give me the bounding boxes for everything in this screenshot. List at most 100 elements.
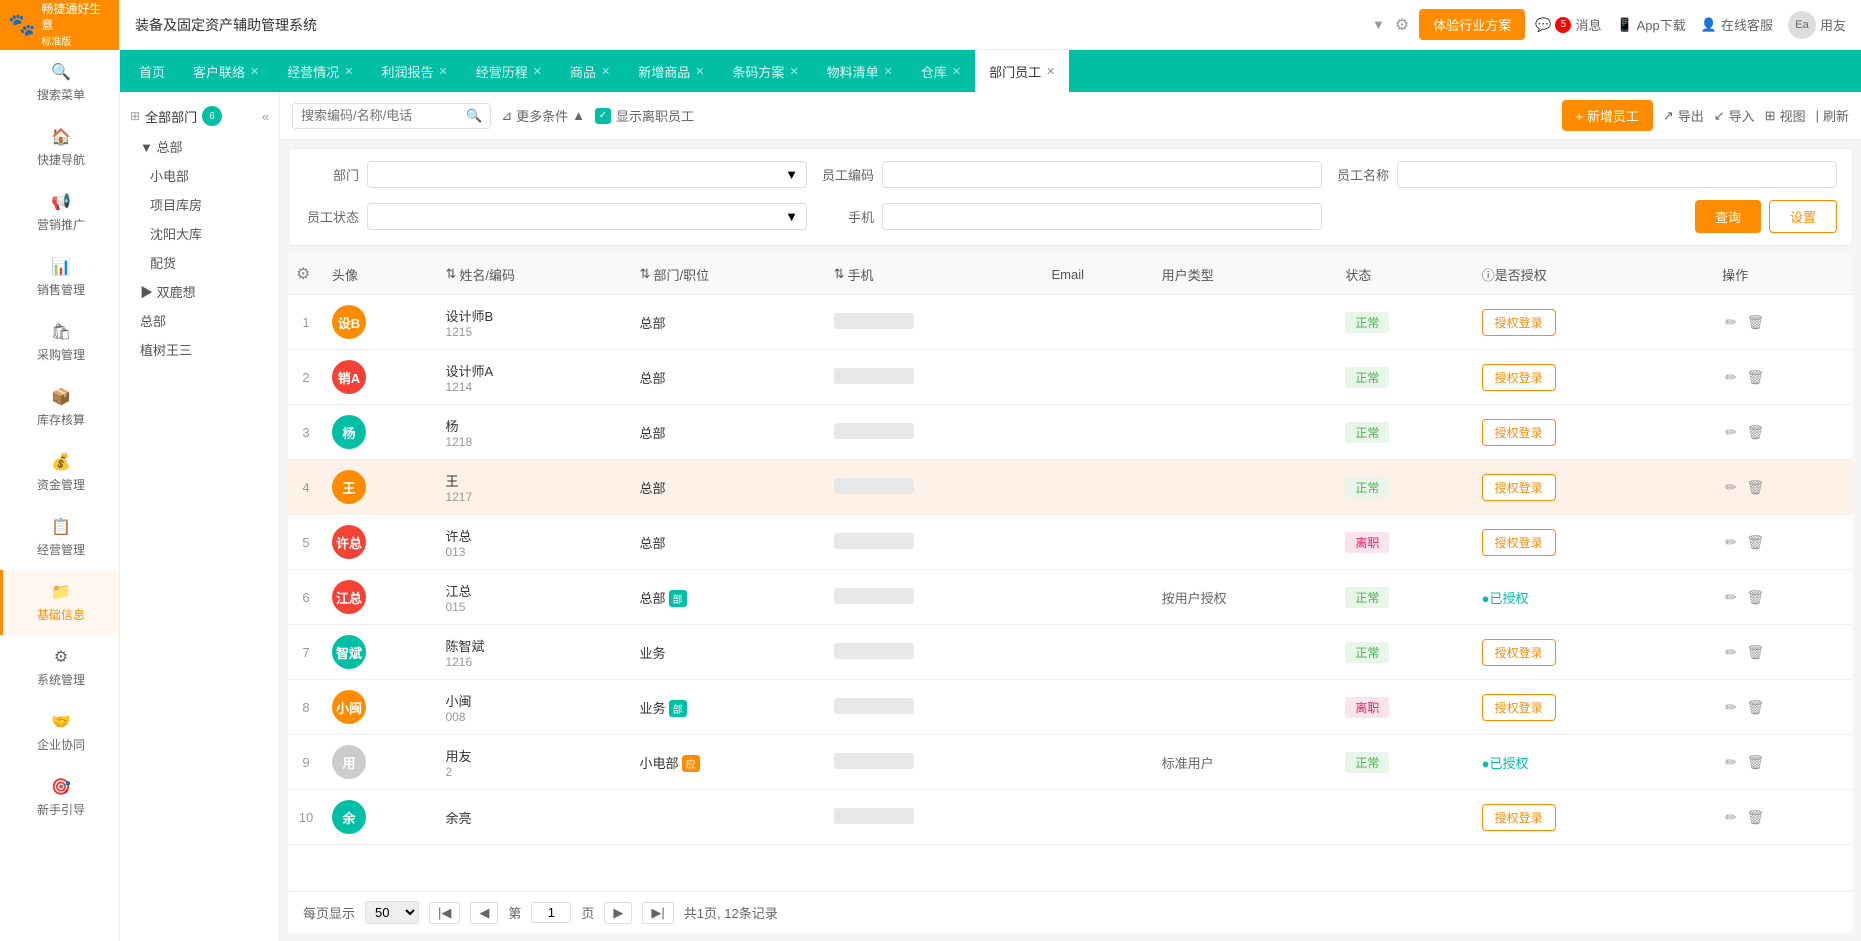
dept-item-corp[interactable]: ▼ 总部 <box>120 132 279 161</box>
dropdown-arrow[interactable]: ▼ <box>1372 17 1385 32</box>
dept-item-peihuo[interactable]: 配货 <box>120 248 279 277</box>
sidebar-item-basic[interactable]: 📁 基础信息 <box>0 570 119 635</box>
auth-button[interactable]: 授权登录 <box>1482 419 1556 446</box>
tab-goods[interactable]: 商品✕ <box>556 50 624 92</box>
dept-item-shuanglu[interactable]: ▶ 双鹿想 <box>120 277 279 306</box>
tab-profit-close[interactable]: ✕ <box>439 65 448 78</box>
edit-button[interactable]: ✏ <box>1725 644 1737 660</box>
resigned-checkbox[interactable]: ✓ <box>595 108 611 124</box>
delete-button[interactable]: 🗑 <box>1747 699 1765 715</box>
dept-collapse-btn[interactable]: « <box>262 109 269 124</box>
tab-bom[interactable]: 物料清单✕ <box>813 50 907 92</box>
sidebar-item-guide[interactable]: 🎯 新手引导 <box>0 765 119 830</box>
edit-button[interactable]: ✏ <box>1725 754 1737 770</box>
tab-customer[interactable]: 客户联络✕ <box>179 50 273 92</box>
col-dept[interactable]: ⇅部门/职位 <box>632 254 826 295</box>
last-page-btn[interactable]: ▶| <box>642 902 673 924</box>
import-button[interactable]: ↙ 导入 <box>1714 106 1755 125</box>
first-page-btn[interactable]: |◀ <box>429 902 460 924</box>
show-resigned-toggle[interactable]: ✓ 显示离职员工 <box>595 106 694 125</box>
edit-button[interactable]: ✏ <box>1725 424 1737 440</box>
edit-button[interactable]: ✏ <box>1725 479 1737 495</box>
edit-button[interactable]: ✏ <box>1725 589 1737 605</box>
settings-icon[interactable]: ⚙ <box>1395 15 1409 35</box>
sidebar-item-stock[interactable]: 📦 库存核算 <box>0 375 119 440</box>
filter-code-input[interactable] <box>882 161 1322 188</box>
sidebar-item-system[interactable]: ⚙ 系统管理 <box>0 635 119 700</box>
edit-button[interactable]: ✏ <box>1725 809 1737 825</box>
edit-button[interactable]: ✏ <box>1725 314 1737 330</box>
tab-warehouse-close[interactable]: ✕ <box>952 65 961 78</box>
export-button[interactable]: ↗ 导出 <box>1663 106 1704 125</box>
auth-button[interactable]: 授权登录 <box>1482 694 1556 721</box>
add-employee-button[interactable]: + 新增员工 <box>1562 100 1653 131</box>
next-page-btn[interactable]: ▶ <box>604 902 632 924</box>
tab-employee[interactable]: 部门员工✕ <box>975 50 1069 92</box>
col-name[interactable]: ⇅姓名/编码 <box>437 254 631 295</box>
tab-history-close[interactable]: ✕ <box>533 65 542 78</box>
delete-button[interactable]: 🗑 <box>1747 369 1765 385</box>
auth-button[interactable]: 授权登录 <box>1482 364 1556 391</box>
sidebar-item-sales[interactable]: 📊 销售管理 <box>0 245 119 310</box>
sidebar-item-search[interactable]: 🔍 搜索菜单 <box>0 50 119 115</box>
tab-new-goods-close[interactable]: ✕ <box>695 65 704 78</box>
delete-button[interactable]: 🗑 <box>1747 809 1765 825</box>
delete-button[interactable]: 🗑 <box>1747 479 1765 495</box>
search-input[interactable] <box>301 108 461 123</box>
tab-business-close[interactable]: ✕ <box>344 65 353 78</box>
sidebar-item-marketing[interactable]: 📢 营销推广 <box>0 180 119 245</box>
more-filters-btn[interactable]: ⊿ 更多条件 ▲ <box>501 106 585 125</box>
tab-bom-close[interactable]: ✕ <box>884 65 893 78</box>
set-button[interactable]: 设置 <box>1769 200 1837 233</box>
sidebar-item-nav[interactable]: 🏠 快捷导航 <box>0 115 119 180</box>
col-settings[interactable]: ⚙ <box>288 254 324 295</box>
tab-history[interactable]: 经营历程✕ <box>462 50 556 92</box>
edit-button[interactable]: ✏ <box>1725 369 1737 385</box>
dept-item-shenyang[interactable]: 沈阳大库 <box>120 219 279 248</box>
tab-barcode-close[interactable]: ✕ <box>789 65 798 78</box>
filter-dept-select[interactable]: ▼ <box>367 161 807 188</box>
tab-new-goods[interactable]: 新增商品✕ <box>624 50 718 92</box>
sidebar-item-purchase[interactable]: 🛍 采购管理 <box>0 310 119 375</box>
delete-button[interactable]: 🗑 <box>1747 589 1765 605</box>
sidebar-item-collab[interactable]: 🤝 企业协同 <box>0 700 119 765</box>
dept-item-project[interactable]: 项目库房 <box>120 190 279 219</box>
auth-button[interactable]: 授权登录 <box>1482 474 1556 501</box>
tab-home[interactable]: 首页 <box>125 50 179 92</box>
auth-button[interactable]: 授权登录 <box>1482 309 1556 336</box>
delete-button[interactable]: 🗑 <box>1747 424 1765 440</box>
filter-phone-input[interactable] <box>882 203 1322 230</box>
per-page-select[interactable]: 50 100 <box>365 901 419 924</box>
user-action[interactable]: Ea 用友 <box>1788 11 1846 39</box>
filter-status-select[interactable]: ▼ <box>367 203 807 230</box>
delete-button[interactable]: 🗑 <box>1747 644 1765 660</box>
message-action[interactable]: 💬 5 消息 <box>1535 15 1601 34</box>
query-button[interactable]: 查询 <box>1695 200 1761 233</box>
delete-button[interactable]: 🗑 <box>1747 314 1765 330</box>
dept-item-xiao[interactable]: 小电部 <box>120 161 279 190</box>
delete-button[interactable]: 🗑 <box>1747 754 1765 770</box>
refresh-button[interactable]: | 刷新 <box>1816 106 1849 125</box>
app-download-action[interactable]: 📱 App下载 <box>1616 15 1685 34</box>
auth-button[interactable]: 授权登录 <box>1482 529 1556 556</box>
auth-button[interactable]: 授权登录 <box>1482 639 1556 666</box>
dept-item-zongbu[interactable]: 总部 <box>120 306 279 335</box>
experience-button[interactable]: 体验行业方案 <box>1419 9 1525 40</box>
dept-item-zhishu[interactable]: 植树王三 <box>120 335 279 364</box>
tab-barcode[interactable]: 条码方案✕ <box>718 50 812 92</box>
auth-button[interactable]: 授权登录 <box>1482 804 1556 831</box>
filter-name-input[interactable] <box>1397 161 1837 188</box>
tab-business[interactable]: 经营情况✕ <box>273 50 367 92</box>
tab-customer-close[interactable]: ✕ <box>250 65 259 78</box>
view-button[interactable]: ⊞ 视图 <box>1765 106 1806 125</box>
edit-button[interactable]: ✏ <box>1725 534 1737 550</box>
service-action[interactable]: 👤 在线客服 <box>1701 15 1773 34</box>
tab-goods-close[interactable]: ✕ <box>601 65 610 78</box>
delete-button[interactable]: 🗑 <box>1747 534 1765 550</box>
search-input-wrap[interactable]: 🔍 <box>292 103 491 129</box>
sidebar-item-operation[interactable]: 📋 经营管理 <box>0 505 119 570</box>
edit-button[interactable]: ✏ <box>1725 699 1737 715</box>
tab-warehouse[interactable]: 仓库✕ <box>907 50 975 92</box>
prev-page-btn[interactable]: ◀ <box>470 902 498 924</box>
sidebar-item-finance[interactable]: 💰 资金管理 <box>0 440 119 505</box>
